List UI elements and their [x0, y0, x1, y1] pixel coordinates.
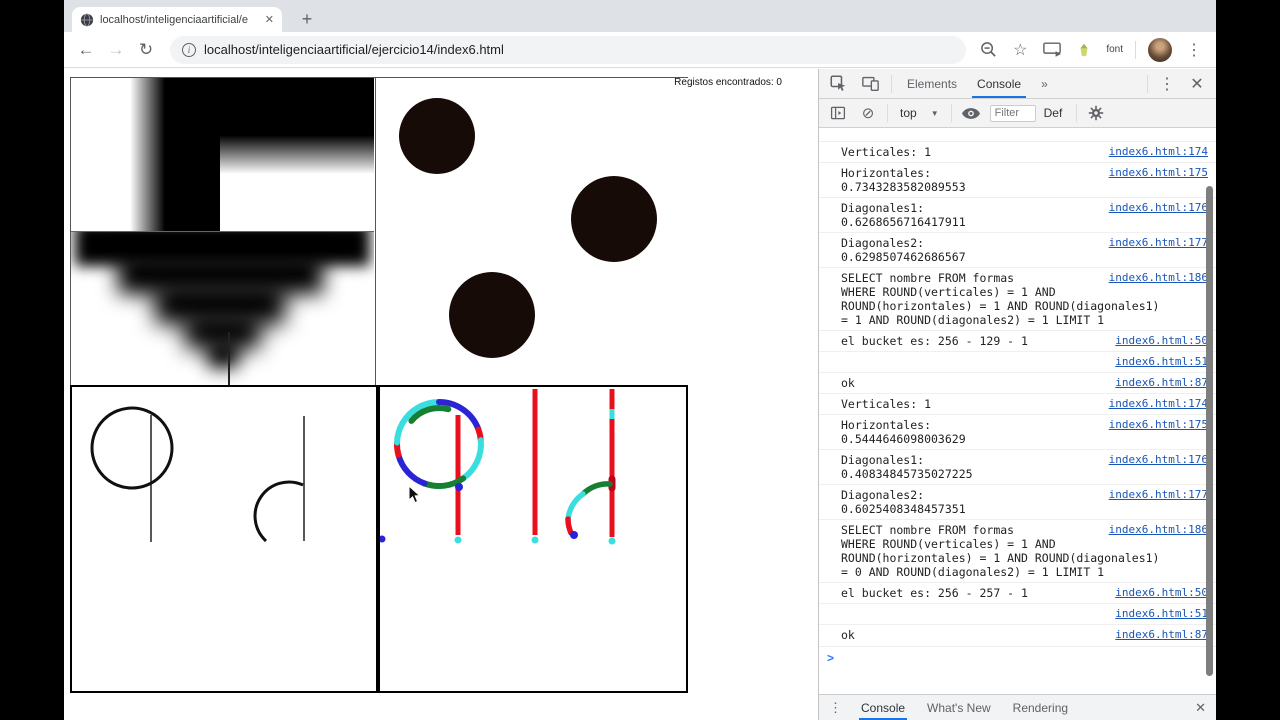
devtools-more-tabs-chevron[interactable]: »	[1036, 69, 1053, 98]
console-log-row: index6.html:177 Diagonales2: 0.629850746…	[819, 232, 1216, 267]
toolbar-right-icons: ☆ font ⋮	[978, 37, 1206, 62]
sketch-drawing	[90, 406, 305, 543]
reload-button[interactable]: ↻	[134, 38, 158, 62]
browser-menu-icon[interactable]: ⋮	[1184, 40, 1204, 60]
devtools-panel: Elements Console » ⋮ ✕ ⊘ top ▼ Filter De…	[818, 69, 1216, 720]
console-source-link[interactable]: index6.html:87	[1115, 628, 1208, 642]
zoom-indicator-icon[interactable]	[978, 40, 998, 60]
toolbar-separator	[1075, 104, 1077, 122]
console-log-row: index6.html:186 SELECT nombre FROM forma…	[819, 267, 1216, 330]
back-button[interactable]: ←	[74, 38, 98, 62]
cast-icon[interactable]	[1042, 40, 1062, 60]
profile-avatar[interactable]	[1148, 37, 1172, 62]
drawer-tab-console[interactable]: Console	[859, 695, 908, 720]
console-source-link[interactable]: index6.html:176	[1109, 453, 1208, 467]
console-log-row: index6.html:87 ok	[819, 372, 1216, 393]
console-toolbar: ⊘ top ▼ Def	[819, 99, 1216, 128]
tab-title: localhost/inteligenciaartificial/e	[100, 13, 248, 26]
console-source-link[interactable]: index6.html:177	[1109, 236, 1208, 250]
console-log-row: index6.html:50 el bucket es: 256 - 129 -…	[819, 330, 1216, 351]
console-log-row: index6.html:177 Diagonales2: 0.602540834…	[819, 484, 1216, 519]
console-prompt-chevron[interactable]: >	[819, 646, 1216, 694]
console-source-link[interactable]: index6.html:174	[1109, 397, 1208, 411]
console-source-link[interactable]: index6.html:175	[1109, 166, 1208, 180]
settings-gear-icon[interactable]	[1085, 103, 1107, 123]
console-source-link[interactable]: index6.html:51	[1115, 607, 1208, 621]
console-log-row: index6.html:51	[819, 351, 1216, 372]
mouse-cursor	[408, 485, 421, 504]
browser-tab-bar: localhost/inteligenciaartificial/e ✕ +	[64, 0, 1216, 32]
tab-close-icon[interactable]: ✕	[265, 13, 274, 26]
console-log-row: index6.html:186 SELECT nombre FROM forma…	[819, 519, 1216, 582]
records-found-label: Registos encontrados: 0	[674, 77, 782, 88]
console-log-row: index6.html:176 Diagonales1: 0.626865671…	[819, 197, 1216, 232]
toolbar-separator	[887, 104, 888, 122]
original-circles-canvas[interactable]	[375, 78, 688, 386]
devtools-tab-bar: Elements Console » ⋮ ✕	[819, 69, 1216, 99]
filter-input[interactable]	[989, 104, 1036, 122]
devtools-close-icon[interactable]: ✕	[1186, 74, 1208, 94]
url-text: localhost/inteligenciaartificial/ejercic…	[204, 42, 504, 57]
toolbar-separator	[950, 104, 952, 122]
console-source-link[interactable]: index6.html:176	[1109, 201, 1208, 215]
console-source-link[interactable]: index6.html:50	[1115, 586, 1208, 600]
console-source-link[interactable]: index6.html:186	[1109, 523, 1208, 537]
inspect-cursor-icon[interactable]	[827, 74, 849, 94]
forward-button[interactable]: →	[104, 38, 128, 62]
eye-icon[interactable]	[960, 103, 982, 123]
clear-console-icon[interactable]: ⊘	[857, 103, 879, 123]
detection-drawing	[378, 389, 616, 545]
console-log-row: index6.html:51	[819, 603, 1216, 624]
devtools-separator	[891, 74, 892, 93]
browser-tab[interactable]: localhost/inteligenciaartificial/e ✕	[72, 7, 282, 32]
devtools-drawer-bar: ⋮ Console What's New Rendering ✕	[819, 694, 1216, 720]
devtools-tab-console[interactable]: Console	[972, 69, 1027, 98]
console-log-row: index6.html:175 Horizontales: 0.73432835…	[819, 162, 1216, 197]
console-log-row: index6.html:174 Verticales: 1	[819, 393, 1216, 414]
tab-favicon-globe-icon	[80, 12, 94, 27]
console-source-link[interactable]: index6.html:50	[1115, 334, 1208, 348]
drawer-menu-icon[interactable]: ⋮	[829, 700, 842, 716]
console-source-link[interactable]: index6.html:51	[1115, 355, 1208, 369]
console-log-row: index6.html:50 el bucket es: 256 - 257 -…	[819, 582, 1216, 603]
toolbar-separator	[1135, 40, 1136, 59]
console-log-row: index6.html:176 Diagonales1: 0.408348457…	[819, 449, 1216, 484]
url-bar[interactable]: i localhost/inteligenciaartificial/ejerc…	[170, 35, 967, 64]
drawer-tab-whats-new[interactable]: What's New	[925, 695, 993, 720]
info-icon[interactable]: i	[182, 42, 196, 57]
console-source-link[interactable]: index6.html:175	[1109, 418, 1208, 432]
console-source-link[interactable]: index6.html:174	[1109, 145, 1208, 159]
font-extension-button[interactable]: font	[1106, 44, 1123, 55]
console-scrollbar[interactable]	[1206, 186, 1213, 676]
new-tab-button[interactable]: +	[294, 6, 320, 32]
devtools-menu-icon[interactable]: ⋮	[1156, 74, 1178, 94]
chevron-down-icon: ▼	[930, 108, 939, 118]
console-source-link[interactable]: index6.html:186	[1109, 271, 1208, 285]
context-selector[interactable]: top ▼	[896, 104, 943, 122]
console-log-area[interactable]: index6.html:174 Verticales: 1 index6.htm…	[819, 129, 1216, 694]
console-source-link[interactable]: index6.html:87	[1115, 376, 1208, 390]
browser-toolbar: ← → ↻ i localhost/inteligenciaartificial…	[64, 32, 1216, 68]
context-label: top	[900, 106, 917, 120]
browser-window: localhost/inteligenciaartificial/e ✕ + ←…	[64, 0, 1216, 720]
console-sidebar-icon[interactable]	[827, 103, 849, 123]
console-log-row: index6.html:87 ok	[819, 624, 1216, 645]
bookmark-star-icon[interactable]: ☆	[1010, 40, 1030, 60]
console-source-link[interactable]: index6.html:177	[1109, 488, 1208, 502]
devtools-separator	[1147, 74, 1148, 93]
video-frame: localhost/inteligenciaartificial/e ✕ + ←…	[0, 0, 1280, 720]
devtools-tab-elements[interactable]: Elements	[902, 69, 962, 98]
drawer-tab-rendering[interactable]: Rendering	[1011, 695, 1070, 720]
web-page-content: Registos encontrados: 0	[64, 69, 818, 720]
extension-icon[interactable]	[1074, 40, 1094, 60]
console-log-row: index6.html:175 Horizontales: 0.54446460…	[819, 414, 1216, 449]
sketch-canvas[interactable]	[70, 385, 378, 693]
console-log-row: index6.html:174 Verticales: 1	[819, 141, 1216, 162]
log-levels-dropdown[interactable]: Def	[1044, 106, 1068, 120]
detection-canvas[interactable]	[378, 385, 688, 693]
drawer-close-icon[interactable]: ✕	[1195, 700, 1206, 716]
device-toolbar-icon[interactable]	[859, 74, 881, 94]
